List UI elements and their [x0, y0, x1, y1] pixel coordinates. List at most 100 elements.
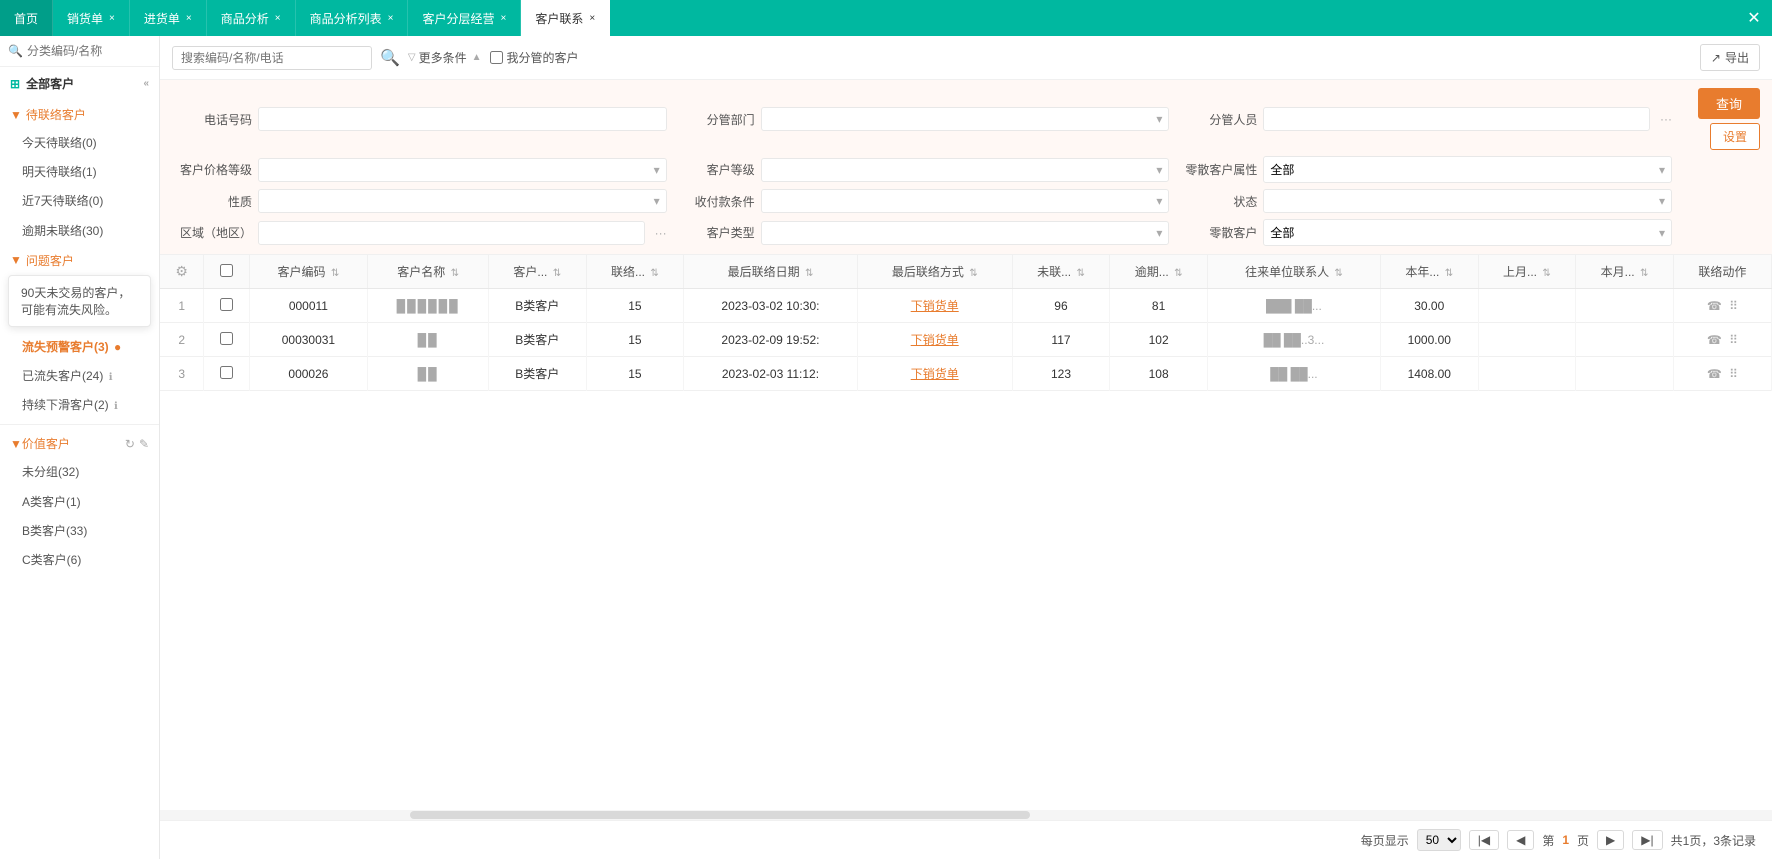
td-index: 1 — [160, 289, 204, 323]
sidebar-item-overdue-contact[interactable]: 逾期未联络(30) — [0, 217, 159, 246]
td-action[interactable]: ☎ ⠿ — [1673, 289, 1771, 323]
tab-goods-analysis[interactable]: 商品分析 × — [207, 0, 296, 36]
sidebar-section-value[interactable]: ▼ 价值客户 ↻ ✎ — [0, 429, 159, 458]
sidebar-item-7days[interactable]: 近7天待联络(0) — [0, 187, 159, 216]
dept-select[interactable]: ▾ — [761, 107, 1170, 131]
grade-select[interactable]: ▾ — [258, 158, 667, 182]
payment-label: 收付款条件 — [675, 193, 755, 210]
tab-sales-close[interactable]: × — [109, 13, 115, 24]
tab-goods-list-close[interactable]: × — [388, 13, 394, 24]
filter-search-input[interactable] — [172, 46, 372, 70]
gender-select[interactable]: ▾ — [258, 189, 667, 213]
sidebar-section-problem-label: 问题客户 — [26, 252, 74, 269]
region-dots[interactable]: ··· — [655, 226, 667, 240]
action-more-icon[interactable]: ⠿ — [1729, 299, 1738, 313]
table-settings-icon[interactable]: ⚙ — [175, 263, 188, 279]
zero-customer-down-arrow: ▾ — [1659, 226, 1665, 240]
tab-goods-list[interactable]: 商品分析列表 × — [296, 0, 409, 36]
tab-customer-layer[interactable]: 客户分层经营 × — [408, 0, 521, 36]
sidebar-item-c-class[interactable]: C类客户(6) — [0, 546, 159, 575]
tab-customer-contact[interactable]: 客户联系 × — [521, 0, 610, 36]
filter-more-conditions[interactable]: ▽ 更多条件 ▲ — [408, 49, 482, 66]
sidebar-item-a-class-label: A类客户(1) — [22, 495, 81, 509]
prev-page-button[interactable]: ◀ — [1507, 830, 1534, 850]
td-last-method[interactable]: 下销货单 — [857, 289, 1012, 323]
sidebar-all-customers[interactable]: ⊞ 全部客户 « — [0, 67, 159, 100]
zero-customer-select[interactable]: 全部 ▾ — [1263, 219, 1672, 246]
th-last-method: 最后联络方式 ⇅ — [857, 255, 1012, 289]
tab-home-label: 首页 — [14, 10, 38, 27]
sidebar-item-a-class[interactable]: A类客户(1) — [0, 488, 159, 517]
action-contact-icon[interactable]: ☎ — [1707, 299, 1722, 313]
phone-input[interactable] — [258, 107, 667, 131]
sidebar-item-declining[interactable]: 持续下滑客户(2) ℹ — [0, 391, 159, 420]
td-checkbox[interactable] — [204, 357, 249, 391]
tab-purchase[interactable]: 进货单 × — [130, 0, 207, 36]
td-checkbox[interactable] — [204, 289, 249, 323]
query-button[interactable]: 查询 — [1698, 88, 1760, 119]
window-close-button[interactable]: ✕ — [1736, 0, 1772, 36]
th-settings[interactable]: ⚙ — [160, 255, 204, 289]
region-input[interactable] — [258, 221, 645, 245]
sidebar-item-churned[interactable]: 已流失客户(24) ℹ — [0, 362, 159, 391]
my-customers-checkbox[interactable] — [490, 51, 503, 64]
td-index: 2 — [160, 323, 204, 357]
grid-icon: ⊞ — [10, 77, 20, 91]
td-last-method[interactable]: 下销货单 — [857, 357, 1012, 391]
contact-sort-icon: ⇅ — [650, 268, 658, 279]
tab-goods-analysis-close[interactable]: × — [275, 13, 281, 24]
zero-attr-select[interactable]: 全部 ▾ — [1263, 156, 1672, 183]
sidebar-search-input[interactable] — [27, 44, 160, 58]
tab-sales[interactable]: 销货单 × — [53, 0, 130, 36]
filter-field-gender: 性质 ▾ — [172, 189, 667, 213]
manager-input[interactable] — [1263, 107, 1650, 131]
select-all-checkbox[interactable] — [220, 264, 233, 277]
table-row: 1 000011 ██████ B类客户 15 2023-03-02 10:30… — [160, 289, 1772, 323]
sidebar-section-problem[interactable]: ▼ 问题客户 — [0, 246, 159, 275]
export-button[interactable]: ↗ 导出 — [1700, 44, 1760, 71]
td-checkbox[interactable] — [204, 323, 249, 357]
first-page-button[interactable]: |◀ — [1469, 830, 1499, 850]
tab-home[interactable]: 首页 — [0, 0, 53, 36]
edit-icon[interactable]: ✎ — [139, 437, 149, 451]
sidebar-item-ungroup[interactable]: 未分组(32) — [0, 458, 159, 487]
per-page-select[interactable]: 50 — [1417, 829, 1461, 851]
row-checkbox[interactable] — [220, 366, 233, 379]
filter-search-button[interactable]: 🔍 — [380, 48, 400, 68]
tab-customer-layer-close[interactable]: × — [500, 13, 506, 24]
sidebar-item-tomorrow[interactable]: 明天待联络(1) — [0, 158, 159, 187]
action-contact-icon[interactable]: ☎ — [1707, 333, 1722, 347]
customer-type-select[interactable]: ▾ — [761, 221, 1170, 245]
horizontal-scrollbar[interactable] — [160, 810, 1772, 820]
action-more-icon[interactable]: ⠿ — [1729, 367, 1738, 381]
row-checkbox[interactable] — [220, 298, 233, 311]
my-customers-label[interactable]: 我分管的客户 — [490, 49, 579, 66]
sidebar-section-pending[interactable]: ▼ 待联络客户 — [0, 100, 159, 129]
action-contact-icon[interactable]: ☎ — [1707, 367, 1722, 381]
td-type: B类客户 — [488, 289, 586, 323]
sidebar-item-churned-label: 已流失客户(24) — [22, 369, 103, 383]
scrollbar-thumb[interactable] — [410, 811, 1030, 819]
action-more-icon[interactable]: ⠿ — [1729, 333, 1738, 347]
refresh-icon[interactable]: ↻ — [125, 437, 135, 451]
next-page-button[interactable]: ▶ — [1597, 830, 1624, 850]
td-action[interactable]: ☎ ⠿ — [1673, 323, 1771, 357]
table-header-row: ⚙ 客户编码 ⇅ 客户名称 ⇅ — [160, 255, 1772, 289]
tab-customer-contact-close[interactable]: × — [589, 13, 595, 24]
sidebar-item-churn-warning[interactable]: 流失预警客户(3) ● — [0, 333, 159, 362]
sidebar-item-today[interactable]: 今天待联络(0) — [0, 129, 159, 158]
page-label: 第 — [1542, 832, 1554, 849]
tab-purchase-close[interactable]: × — [186, 13, 192, 24]
sidebar-item-b-class[interactable]: B类客户(33) — [0, 517, 159, 546]
th-checkbox[interactable] — [204, 255, 249, 289]
manager-dots[interactable]: ··· — [1660, 112, 1672, 126]
td-action[interactable]: ☎ ⠿ — [1673, 357, 1771, 391]
info-icon-2: ℹ — [114, 401, 118, 412]
settings-button[interactable]: 设置 — [1710, 123, 1760, 150]
payment-select[interactable]: ▾ — [761, 189, 1170, 213]
td-last-method[interactable]: 下销货单 — [857, 323, 1012, 357]
status-select[interactable]: ▾ — [1263, 189, 1672, 213]
row-checkbox[interactable] — [220, 332, 233, 345]
last-page-button[interactable]: ▶| — [1632, 830, 1662, 850]
level-select[interactable]: ▾ — [761, 158, 1170, 182]
